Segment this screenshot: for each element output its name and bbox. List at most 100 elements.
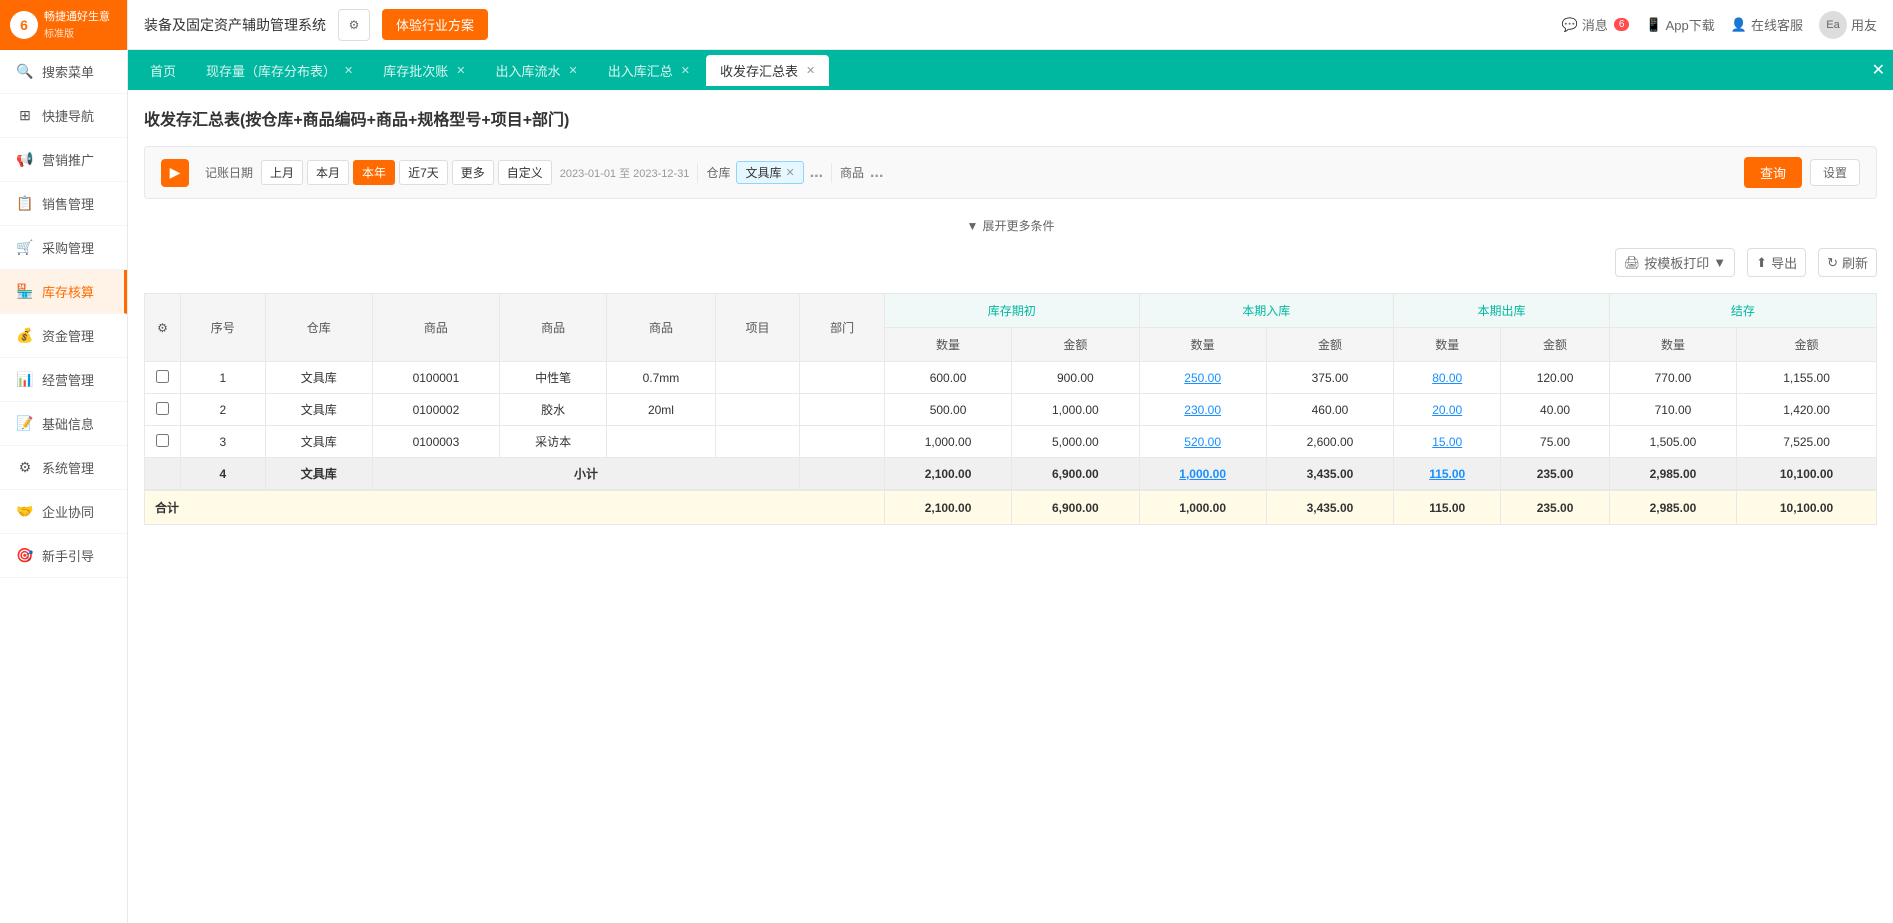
goods-more-button[interactable]: ... <box>870 164 883 182</box>
col-project-header: 项目 <box>715 294 800 362</box>
row-2-opening-qty: 1,000.00 <box>884 426 1011 458</box>
tab-2[interactable]: 库存批次账 ✕ <box>369 55 479 86</box>
trial-button[interactable]: 体验行业方案 <box>382 9 488 40</box>
sidebar-item-6[interactable]: 💰资金管理 <box>0 314 127 358</box>
filter-settings-button[interactable]: 设置 <box>1810 159 1860 186</box>
sidebar-item-9[interactable]: ⚙系统管理 <box>0 446 127 490</box>
row-1-out-qty[interactable]: 20.00 <box>1394 394 1501 426</box>
filter-toggle-button[interactable]: ▶ <box>161 159 189 187</box>
row-0-goods-code: 0100001 <box>372 362 499 394</box>
tab-close-4[interactable]: ✕ <box>681 64 690 77</box>
message-button[interactable]: 💬 消息 6 <box>1562 15 1630 34</box>
date-option-4[interactable]: 更多 <box>452 160 494 185</box>
system-title: 装备及固定资产辅助管理系统 <box>144 15 326 35</box>
row-1-in-qty[interactable]: 230.00 <box>1139 394 1266 426</box>
sidebar-label-0: 搜索菜单 <box>42 62 94 81</box>
col-opening-qty-header: 数量 <box>884 328 1011 362</box>
sidebar-label-7: 经营管理 <box>42 370 94 389</box>
avatar: Ea <box>1819 11 1847 39</box>
sidebar-item-10[interactable]: 🤝企业协同 <box>0 490 127 534</box>
sidebar-item-0[interactable]: 🔍搜索菜单 <box>0 50 127 94</box>
sidebar-item-5[interactable]: 🏪库存核算 <box>0 270 127 314</box>
col-out-group-header: 本期出库 <box>1394 294 1610 328</box>
tab-label-4: 出入库汇总 <box>608 61 673 80</box>
row-0-warehouse: 文具库 <box>265 362 372 394</box>
filter-row: 记账日期 上月本月本年近7天更多自定义 2023-01-01 至 2023-12… <box>205 160 1728 185</box>
goods-field: 商品 ... <box>840 164 883 182</box>
row-2-in-qty[interactable]: 520.00 <box>1139 426 1266 458</box>
sidebar-item-3[interactable]: 📋销售管理 <box>0 182 127 226</box>
footer-opening-qty: 2,100.00 <box>884 490 1011 525</box>
settings-icon-button[interactable]: ⚙ <box>338 9 370 41</box>
expand-row[interactable]: ▼ 展开更多条件 <box>144 211 1877 240</box>
tab-0[interactable]: 首页 <box>136 55 190 86</box>
row-0-out-qty[interactable]: 80.00 <box>1394 362 1501 394</box>
subtotal-in-qty[interactable]: 1,000.00 <box>1139 458 1266 491</box>
col-no-header: 序号 <box>181 294 266 362</box>
row-1-warehouse: 文具库 <box>265 394 372 426</box>
row-2-checkbox[interactable] <box>145 426 181 458</box>
sidebar-icon-8: 📝 <box>16 415 34 433</box>
tabbar-close-button[interactable]: ✕ <box>1872 60 1885 80</box>
export-label: 导出 <box>1771 253 1797 272</box>
print-button[interactable]: 🖨 按模板打印 ▼ <box>1615 248 1735 277</box>
user-menu[interactable]: Ea 用友 <box>1819 11 1877 39</box>
logo-icon: 6 <box>10 11 38 39</box>
date-option-1[interactable]: 本月 <box>307 160 349 185</box>
row-checkbox-0[interactable] <box>156 370 169 383</box>
tab-label-2: 库存批次账 <box>383 61 448 80</box>
date-option-5[interactable]: 自定义 <box>498 160 552 185</box>
row-1-checkbox[interactable] <box>145 394 181 426</box>
sidebar-item-2[interactable]: 📢营销推广 <box>0 138 127 182</box>
row-0-balance-qty: 770.00 <box>1609 362 1736 394</box>
tab-3[interactable]: 出入库流水✕ <box>481 55 591 86</box>
sidebar-label-8: 基础信息 <box>42 414 94 433</box>
row-0-in-amount: 375.00 <box>1266 362 1393 394</box>
sidebar-icon-5: 🏪 <box>16 283 34 301</box>
col-settings-header[interactable]: ⚙ <box>145 294 181 362</box>
sidebar-item-11[interactable]: 🎯新手引导 <box>0 534 127 578</box>
warehouse-tag[interactable]: 文具库 ✕ <box>736 161 803 184</box>
tab-close-2[interactable]: ✕ <box>456 64 465 77</box>
row-checkbox-1[interactable] <box>156 402 169 415</box>
tab-1[interactable]: 现存量（库存分布表）✕ <box>192 55 367 86</box>
sidebar-item-1[interactable]: ⊞快捷导航 <box>0 94 127 138</box>
export-button[interactable]: ⬆ 导出 <box>1747 248 1806 277</box>
date-option-2[interactable]: 本年 <box>353 160 395 185</box>
query-button[interactable]: 查询 <box>1744 157 1802 188</box>
footer-in-qty: 1,000.00 <box>1139 490 1266 525</box>
row-1-balance-amount: 1,420.00 <box>1737 394 1877 426</box>
sidebar: 6 畅捷通好生意 标准版 🔍搜索菜单⊞快捷导航📢营销推广📋销售管理🛒采购管理🏪库… <box>0 0 128 923</box>
date-option-0[interactable]: 上月 <box>261 160 303 185</box>
row-checkbox-2[interactable] <box>156 434 169 447</box>
tab-5[interactable]: 收发存汇总表✕ <box>706 55 829 86</box>
sidebar-item-4[interactable]: 🛒采购管理 <box>0 226 127 270</box>
sidebar-item-8[interactable]: 📝 基础信息 <box>0 402 127 446</box>
sidebar-item-7[interactable]: 📊经营管理 <box>0 358 127 402</box>
warehouse-field: 仓库 文具库 ✕ ... <box>706 161 823 184</box>
expand-icon: ▼ <box>967 219 979 233</box>
row-2-out-qty[interactable]: 15.00 <box>1394 426 1501 458</box>
footer-label: 合计 <box>145 490 885 525</box>
row-0-checkbox[interactable] <box>145 362 181 394</box>
service-icon: 👤 <box>1731 17 1747 33</box>
tab-4[interactable]: 出入库汇总 ✕ <box>594 55 704 86</box>
tab-close-1[interactable]: ✕ <box>344 64 353 77</box>
tab-close-5[interactable]: ✕ <box>806 64 815 77</box>
col-balance-amount-header: 金额 <box>1737 328 1877 362</box>
refresh-button[interactable]: ↻ 刷新 <box>1818 248 1877 277</box>
warehouse-more-button[interactable]: ... <box>810 164 823 182</box>
date-range: 2023-01-01 至 2023-12-31 <box>560 165 690 181</box>
separator <box>697 163 698 183</box>
app-download-button[interactable]: 📱 App下载 <box>1645 15 1714 34</box>
separator2 <box>831 163 832 183</box>
col-in-qty-header: 数量 <box>1139 328 1266 362</box>
col-goods-name-header: 商品 <box>500 294 607 362</box>
warehouse-tag-close[interactable]: ✕ <box>785 166 794 179</box>
tab-close-3[interactable]: ✕ <box>569 64 578 77</box>
toolbar-right: 🖨 按模板打印 ▼ ⬆ 导出 ↻ 刷新 <box>1615 248 1877 277</box>
date-option-3[interactable]: 近7天 <box>399 160 448 185</box>
row-0-in-qty[interactable]: 250.00 <box>1139 362 1266 394</box>
subtotal-out-qty[interactable]: 115.00 <box>1394 458 1501 491</box>
online-service-button[interactable]: 👤 在线客服 <box>1731 15 1803 34</box>
